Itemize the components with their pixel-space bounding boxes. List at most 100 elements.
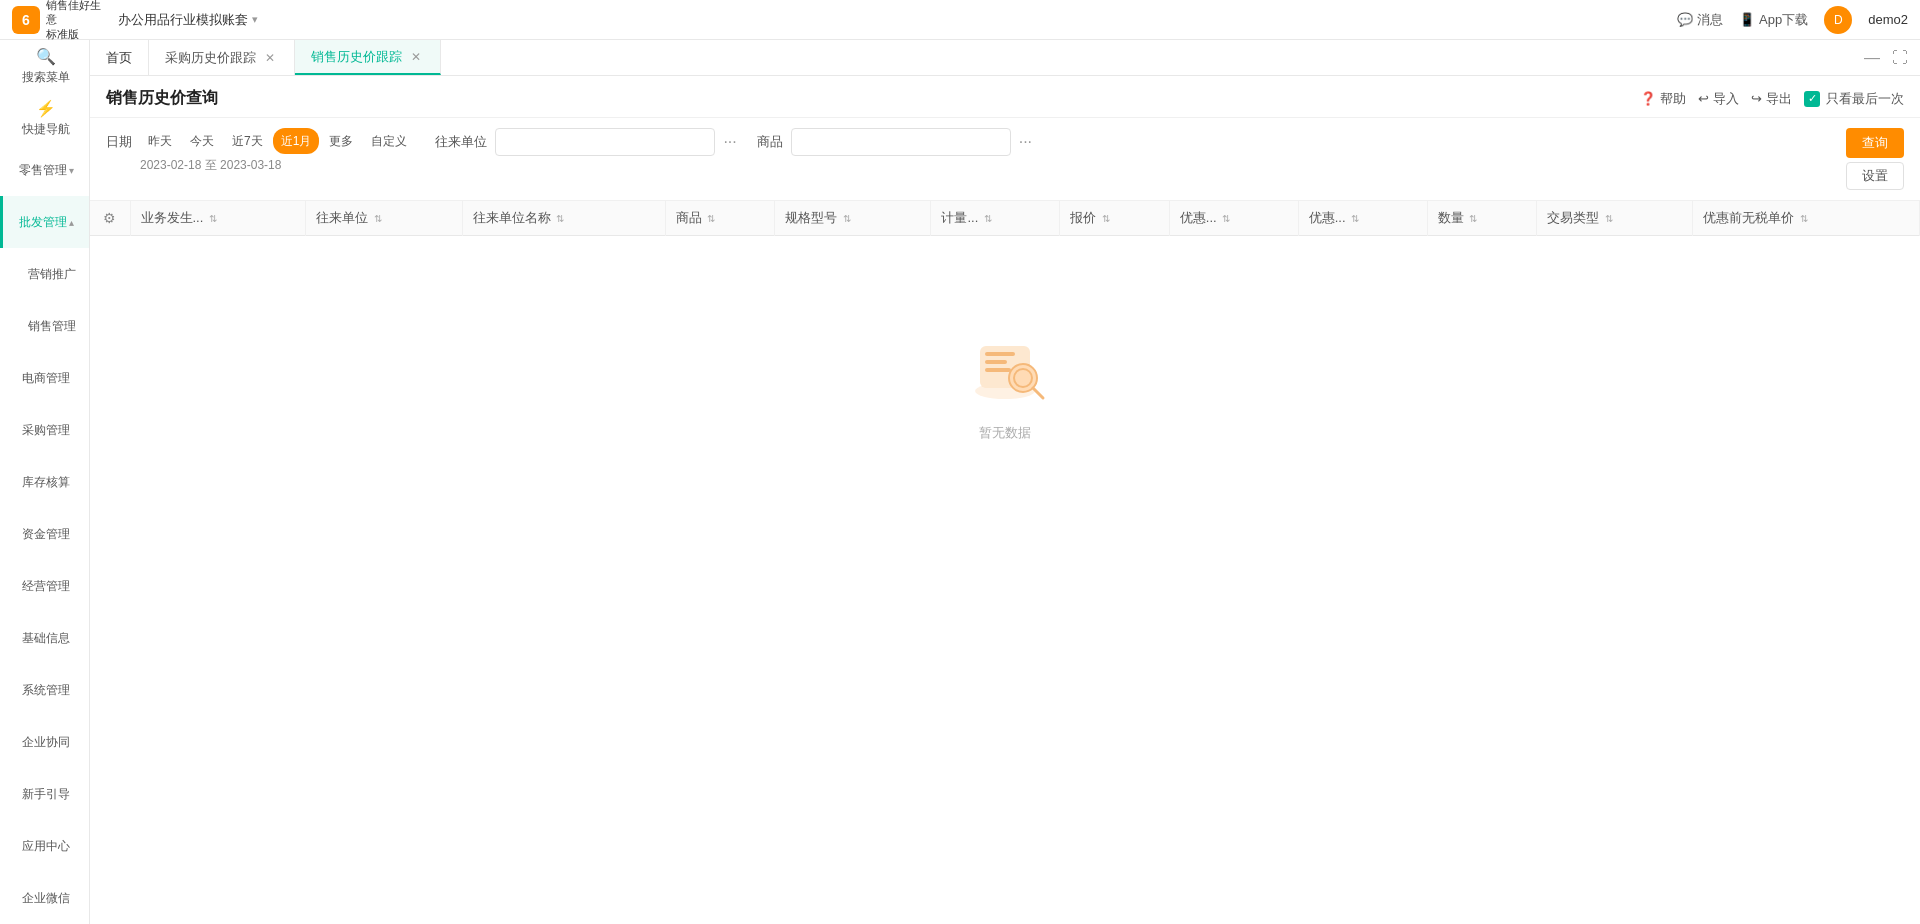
sidebar-item-wholesale[interactable]: 批发管理 ▴ (0, 196, 89, 248)
import-button[interactable]: ↩ 导入 (1698, 90, 1739, 108)
sidebar-item-inventory[interactable]: 库存核算 (0, 456, 89, 508)
date-label: 日期 (106, 128, 132, 156)
page-header-actions: ❓ 帮助 ↩ 导入 ↪ 导出 ✓ 只看最后一次 (1640, 90, 1904, 108)
sidebar-item-nav[interactable]: ⚡ 快捷导航 (0, 92, 89, 144)
sidebar-item-system[interactable]: 系统管理 (0, 664, 89, 716)
search-button[interactable]: 查询 (1846, 128, 1904, 158)
tab-close-sales[interactable]: ✕ (408, 49, 424, 65)
tab-purchase-history[interactable]: 采购历史价跟踪 ✕ (149, 40, 295, 75)
user-avatar[interactable]: D (1824, 6, 1852, 34)
partner-input[interactable] (495, 128, 715, 156)
empty-state: 暂无数据 (90, 236, 1920, 522)
sidebar-item-management[interactable]: 经营管理 (0, 560, 89, 612)
col-quote[interactable]: 报价 ⇅ (1060, 201, 1169, 236)
filter-search-col: 查询 设置 (1846, 128, 1904, 190)
svg-rect-4 (985, 368, 1011, 372)
col-quantity[interactable]: 数量 ⇅ (1427, 201, 1536, 236)
col-partner-name[interactable]: 往来单位名称 ⇅ (462, 201, 665, 236)
download-action[interactable]: 📱 App下载 (1739, 11, 1808, 29)
help-button[interactable]: ❓ 帮助 (1640, 90, 1686, 108)
partner-expand-icon[interactable]: ··· (723, 133, 736, 151)
table-wrapper: ⚙ 业务发生... ⇅ 往来单位 ⇅ 往来单位名称 (90, 201, 1920, 522)
search-icon: 🔍 (36, 47, 56, 66)
sidebar-item-ecommerce[interactable]: 电商管理 (0, 352, 89, 404)
page-header: 销售历史价查询 ❓ 帮助 ↩ 导入 ↪ 导出 ✓ (90, 76, 1920, 118)
sidebar-item-basic-info[interactable]: 基础信息 (0, 612, 89, 664)
top-bar: 6 销售佳好生意 标准版 办公用品行业模拟账套 ▾ 💬 消息 📱 App下载 D… (0, 0, 1920, 40)
col-settings[interactable]: ⚙ (90, 201, 130, 236)
svg-rect-2 (985, 352, 1015, 356)
wholesale-row: 批发管理 ▴ (19, 214, 74, 231)
export-icon: ↪ (1751, 91, 1762, 106)
col-pre-tax-price[interactable]: 优惠前无税单价 ⇅ (1693, 201, 1920, 236)
sidebar-item-finance[interactable]: 资金管理 (0, 508, 89, 560)
chevron-up-icon: ▴ (69, 217, 74, 228)
svg-line-6 (1033, 388, 1043, 398)
sidebar-item-sales[interactable]: 销售管理 (0, 300, 89, 352)
sort-icon: ⇅ (707, 213, 715, 224)
sidebar-item-collab[interactable]: 企业协同 (0, 716, 89, 768)
col-discount1[interactable]: 优惠... ⇅ (1169, 201, 1298, 236)
only-latest-checkbox[interactable]: ✓ (1804, 91, 1820, 107)
sidebar: 🔍 搜索菜单 ⚡ 快捷导航 零售管理 ▾ 批发管理 ▴ 营销推广 销售管理 电商… (0, 40, 90, 924)
tab-sales-history[interactable]: 销售历史价跟踪 ✕ (295, 40, 441, 75)
message-action[interactable]: 💬 消息 (1677, 11, 1723, 29)
settings-icon[interactable]: ⚙ (103, 210, 116, 226)
username-label[interactable]: demo2 (1868, 12, 1908, 27)
page-content: 销售历史价查询 ❓ 帮助 ↩ 导入 ↪ 导出 ✓ (90, 76, 1920, 924)
tab-minimize-icon[interactable]: — (1860, 45, 1884, 71)
export-button[interactable]: ↪ 导出 (1751, 90, 1792, 108)
date-btn-yesterday[interactable]: 昨天 (140, 128, 180, 154)
col-unit[interactable]: 计量... ⇅ (931, 201, 1060, 236)
workspace-selector[interactable]: 办公用品行业模拟账套 ▾ (110, 7, 266, 33)
filter-area: 日期 昨天 今天 近7天 近1月 更多 自定义 2023-02-18 至 202… (90, 118, 1920, 201)
date-btn-custom[interactable]: 自定义 (363, 128, 415, 154)
date-btn-7days[interactable]: 近7天 (224, 128, 271, 154)
sort-icon: ⇅ (556, 213, 564, 224)
col-spec[interactable]: 规格型号 ⇅ (775, 201, 931, 236)
settings-button[interactable]: 设置 (1846, 162, 1904, 190)
sort-icon: ⇅ (843, 213, 851, 224)
col-business-date[interactable]: 业务发生... ⇅ (130, 201, 306, 236)
date-btn-today[interactable]: 今天 (182, 128, 222, 154)
partner-label: 往来单位 (435, 128, 487, 156)
top-bar-right: 💬 消息 📱 App下载 D demo2 (1677, 6, 1908, 34)
only-latest-toggle[interactable]: ✓ 只看最后一次 (1804, 90, 1904, 108)
goods-expand-icon[interactable]: ··· (1019, 133, 1032, 151)
logo-icon: 6 (12, 6, 40, 34)
page-title: 销售历史价查询 (106, 88, 218, 109)
chevron-down-icon: ▾ (69, 165, 74, 176)
sidebar-item-search[interactable]: 🔍 搜索菜单 (0, 40, 89, 92)
data-table: ⚙ 业务发生... ⇅ 往来单位 ⇅ 往来单位名称 (90, 201, 1920, 236)
date-btn-more[interactable]: 更多 (321, 128, 361, 154)
sidebar-item-app[interactable]: 应用中心 (0, 820, 89, 872)
date-btn-1month[interactable]: 近1月 (273, 128, 320, 154)
col-goods[interactable]: 商品 ⇅ (665, 201, 774, 236)
sort-icon: ⇅ (1351, 213, 1359, 224)
sort-icon: ⇅ (984, 213, 992, 224)
empty-icon (955, 316, 1055, 416)
col-partner-code[interactable]: 往来单位 ⇅ (306, 201, 462, 236)
tab-home[interactable]: 首页 (90, 40, 149, 75)
import-icon: ↩ (1698, 91, 1709, 106)
goods-input[interactable] (791, 128, 1011, 156)
top-bar-left: 6 销售佳好生意 标准版 办公用品行业模拟账套 ▾ (12, 0, 266, 41)
tab-bar: 首页 采购历史价跟踪 ✕ 销售历史价跟踪 ✕ — ⛶ (90, 40, 1920, 76)
chevron-down-icon: ▾ (252, 13, 258, 26)
sidebar-item-retail[interactable]: 零售管理 ▾ (0, 144, 89, 196)
date-range-text: 2023-02-18 至 2023-03-18 (140, 157, 415, 174)
sidebar-item-marketing[interactable]: 营销推广 (0, 248, 89, 300)
message-icon: 💬 (1677, 12, 1693, 27)
sort-icon: ⇅ (1469, 213, 1477, 224)
avatar-initial: D (1834, 13, 1843, 27)
col-trade-type[interactable]: 交易类型 ⇅ (1537, 201, 1693, 236)
sidebar-item-wechat[interactable]: 企业微信 (0, 872, 89, 924)
tab-close-purchase[interactable]: ✕ (262, 50, 278, 66)
sidebar-item-guide[interactable]: 新手引导 (0, 768, 89, 820)
tab-maximize-icon[interactable]: ⛶ (1888, 45, 1912, 71)
sidebar-item-purchase[interactable]: 采购管理 (0, 404, 89, 456)
sort-icon: ⇅ (374, 213, 382, 224)
empty-text: 暂无数据 (979, 424, 1031, 442)
content-area: 首页 采购历史价跟踪 ✕ 销售历史价跟踪 ✕ — ⛶ 销售历史价查询 (90, 40, 1920, 924)
col-discount2[interactable]: 优惠... ⇅ (1298, 201, 1427, 236)
